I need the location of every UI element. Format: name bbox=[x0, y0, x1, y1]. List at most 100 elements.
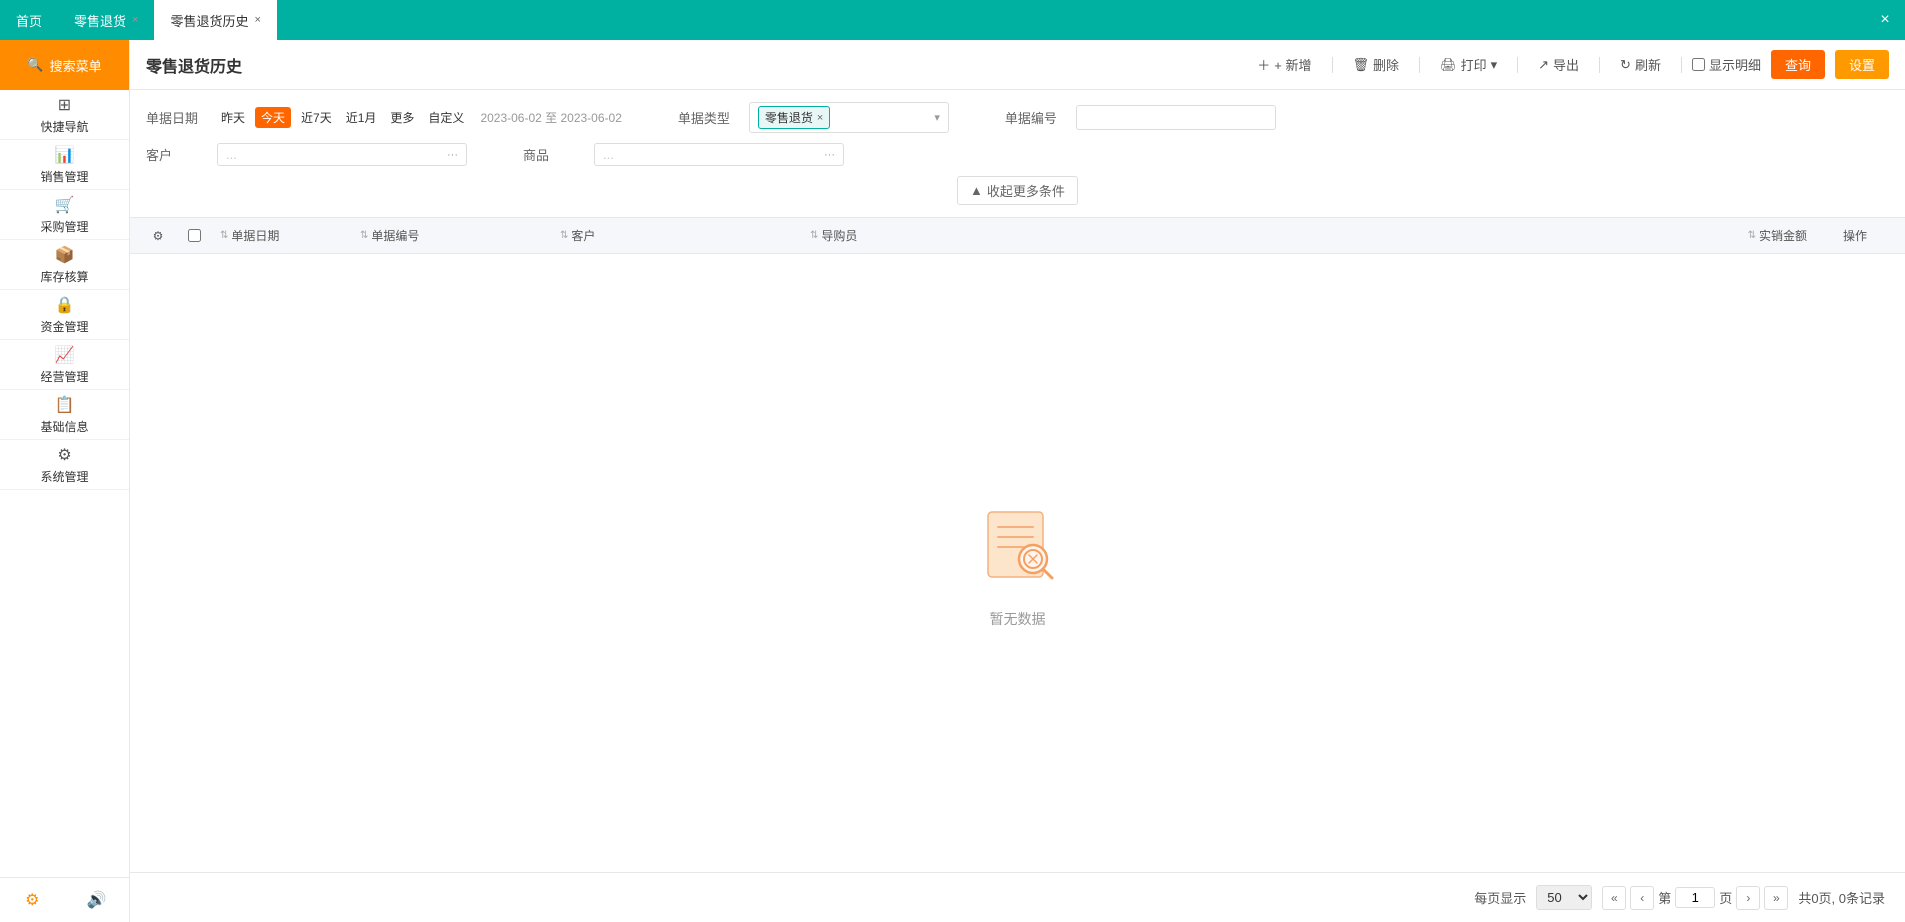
sidebar-item-finance-mgmt[interactable]: 🔒 资金管理 bbox=[0, 290, 129, 340]
show-detail-checkbox[interactable] bbox=[1692, 58, 1705, 71]
customer-arrow-icon: ··· bbox=[447, 149, 458, 161]
print-label: 打印 bbox=[1461, 55, 1487, 74]
date-shortcut-custom[interactable]: 自定义 bbox=[424, 107, 468, 128]
th-checkbox[interactable] bbox=[176, 229, 212, 242]
doc-no-input[interactable] bbox=[1076, 105, 1276, 130]
th-guide-label: 导购员 bbox=[821, 227, 857, 244]
customer-select[interactable]: ... ··· bbox=[217, 143, 467, 166]
refresh-button[interactable]: ↻ 刷新 bbox=[1610, 51, 1671, 78]
finance-icon: 🔒 bbox=[55, 295, 75, 315]
customer-placeholder: ... bbox=[226, 147, 237, 162]
goods-select[interactable]: ... ··· bbox=[594, 143, 844, 166]
last-page-button[interactable]: » bbox=[1764, 886, 1788, 910]
sidebar-settings-button[interactable]: ⚙ bbox=[17, 885, 47, 915]
settings-icon: ⚙ bbox=[25, 890, 39, 910]
sidebar-volume-button[interactable]: 🔊 bbox=[82, 885, 112, 915]
doc-no-label: 单据编号 bbox=[1005, 108, 1060, 127]
th-customer[interactable]: ⇅ 客户 bbox=[552, 227, 802, 244]
total-info: 共0页, 0条记录 bbox=[1798, 888, 1885, 907]
th-docno[interactable]: ⇅ 单据编号 bbox=[352, 227, 552, 244]
sort-date-icon: ⇅ bbox=[220, 230, 228, 241]
sort-docno-icon: ⇅ bbox=[360, 230, 368, 241]
tab-home[interactable]: 首页 bbox=[0, 0, 58, 40]
show-detail-wrap[interactable]: 显示明细 bbox=[1692, 55, 1761, 74]
filter-row-1: 单据日期 昨天 今天 近7天 近1月 更多 自定义 2023-06-02 至 2… bbox=[146, 102, 1889, 133]
export-button[interactable]: ↗ 导出 bbox=[1528, 51, 1589, 78]
divider-4 bbox=[1599, 57, 1600, 73]
date-shortcut-1month[interactable]: 近1月 bbox=[342, 107, 381, 128]
th-settings-icon: ⚙ bbox=[153, 229, 164, 243]
sidebar-search[interactable]: 🔍 搜索菜单 bbox=[0, 40, 129, 90]
sidebar-item-basic-info-label: 基础信息 bbox=[40, 418, 88, 435]
query-button[interactable]: 查询 bbox=[1771, 50, 1825, 79]
sidebar-item-inventory-calc[interactable]: 📦 库存核算 bbox=[0, 240, 129, 290]
sidebar-item-ops-mgmt-label: 经营管理 bbox=[40, 368, 88, 385]
th-docno-label: 单据编号 bbox=[371, 227, 419, 244]
content-area: 零售退货历史 ＋ + 新增 🗑 删除 🖨 打印 ▾ bbox=[130, 40, 1905, 922]
page-unit: 页 bbox=[1719, 888, 1732, 907]
tab-retail-return-history[interactable]: 零售退货历史 × bbox=[154, 0, 276, 40]
collapse-button[interactable]: ▲ 收起更多条件 bbox=[957, 176, 1078, 205]
settings-button[interactable]: 设置 bbox=[1835, 50, 1889, 79]
collapse-arrow-icon: ▲ bbox=[970, 183, 983, 198]
sidebar-item-ops-mgmt[interactable]: 📈 经营管理 bbox=[0, 340, 129, 390]
page-num-input[interactable] bbox=[1675, 887, 1715, 908]
sidebar-item-sales-mgmt[interactable]: 📊 销售管理 bbox=[0, 140, 129, 190]
delete-button[interactable]: 🗑 删除 bbox=[1343, 51, 1410, 78]
sidebar-item-quick-nav-label: 快捷导航 bbox=[40, 118, 88, 135]
sidebar-item-sales-mgmt-label: 销售管理 bbox=[40, 168, 88, 185]
empty-text: 暂无数据 bbox=[990, 609, 1046, 629]
purchase-icon: 🛒 bbox=[55, 195, 75, 215]
window-close-button[interactable]: × bbox=[1865, 0, 1905, 40]
select-all-checkbox[interactable] bbox=[188, 229, 201, 242]
inventory-icon: 📦 bbox=[55, 245, 75, 265]
pagination-bar: 每页显示 10 20 50 100 « ‹ 第 页 › » 共0页, 0条记录 bbox=[130, 872, 1905, 922]
print-icon: 🖨 bbox=[1440, 57, 1457, 73]
refresh-label: 刷新 bbox=[1635, 55, 1661, 74]
top-bar: 首页 零售退货 × 零售退货历史 × × bbox=[0, 0, 1905, 40]
sidebar-item-system-mgmt[interactable]: ⚙ 系统管理 bbox=[0, 440, 129, 490]
table-header: ⚙ ⇅ 单据日期 ⇅ 单据编号 ⇅ 客户 ⇅ bbox=[130, 218, 1905, 254]
ops-icon: 📈 bbox=[55, 345, 75, 365]
th-date-label: 单据日期 bbox=[231, 227, 279, 244]
page-label: 第 bbox=[1658, 888, 1671, 907]
sidebar-item-purchase-mgmt[interactable]: 🛒 采购管理 bbox=[0, 190, 129, 240]
date-shortcut-yesterday[interactable]: 昨天 bbox=[217, 107, 249, 128]
sidebar-item-quick-nav[interactable]: ⊞ 快捷导航 bbox=[0, 90, 129, 140]
new-button[interactable]: ＋ + 新增 bbox=[1247, 51, 1321, 78]
delete-icon: 🗑 bbox=[1353, 57, 1370, 73]
filter-row-2: 客户 ... ··· 商品 ... ··· bbox=[146, 143, 1889, 166]
tab-retail-return-history-label: 零售退货历史 bbox=[170, 11, 248, 30]
sidebar-item-purchase-mgmt-label: 采购管理 bbox=[40, 218, 88, 235]
sidebar-item-basic-info[interactable]: 📋 基础信息 bbox=[0, 390, 129, 440]
doc-type-select[interactable]: 零售退货 × ▾ bbox=[749, 102, 949, 133]
tab-retail-return[interactable]: 零售退货 × bbox=[58, 0, 154, 40]
th-ops: 操作 bbox=[1815, 227, 1895, 244]
th-amount[interactable]: ⇅ 实销金额 bbox=[1002, 227, 1815, 244]
empty-illustration bbox=[968, 497, 1068, 597]
tab-retail-return-history-close[interactable]: × bbox=[254, 14, 260, 26]
delete-label: 删除 bbox=[1373, 55, 1399, 74]
next-page-button[interactable]: › bbox=[1736, 886, 1760, 910]
date-shortcut-more[interactable]: 更多 bbox=[386, 107, 418, 128]
date-shortcut-today[interactable]: 今天 bbox=[255, 107, 291, 128]
prev-page-button[interactable]: ‹ bbox=[1630, 886, 1654, 910]
page-size-select[interactable]: 10 20 50 100 bbox=[1536, 885, 1592, 910]
date-range-display: 2023-06-02 至 2023-06-02 bbox=[480, 109, 621, 126]
page-title: 零售退货历史 bbox=[146, 53, 242, 77]
doc-type-tag-remove[interactable]: × bbox=[817, 112, 823, 124]
date-shortcut-7days[interactable]: 近7天 bbox=[297, 107, 336, 128]
sort-guide-icon: ⇅ bbox=[810, 230, 818, 241]
collapse-label: 收起更多条件 bbox=[987, 181, 1065, 200]
th-guide[interactable]: ⇅ 导购员 bbox=[802, 227, 1002, 244]
quick-nav-icon: ⊞ bbox=[58, 95, 71, 115]
th-settings[interactable]: ⚙ bbox=[140, 229, 176, 243]
basic-info-icon: 📋 bbox=[55, 395, 75, 415]
tab-retail-return-close[interactable]: × bbox=[132, 14, 138, 26]
print-button[interactable]: 🖨 打印 ▾ bbox=[1430, 51, 1507, 78]
divider-5 bbox=[1681, 57, 1682, 73]
first-page-button[interactable]: « bbox=[1602, 886, 1626, 910]
sidebar: 🔍 搜索菜单 ⊞ 快捷导航 📊 销售管理 🛒 采购管理 📦 库存核算 🔒 bbox=[0, 40, 130, 922]
export-icon: ↗ bbox=[1538, 57, 1549, 73]
th-date[interactable]: ⇅ 单据日期 bbox=[212, 227, 352, 244]
